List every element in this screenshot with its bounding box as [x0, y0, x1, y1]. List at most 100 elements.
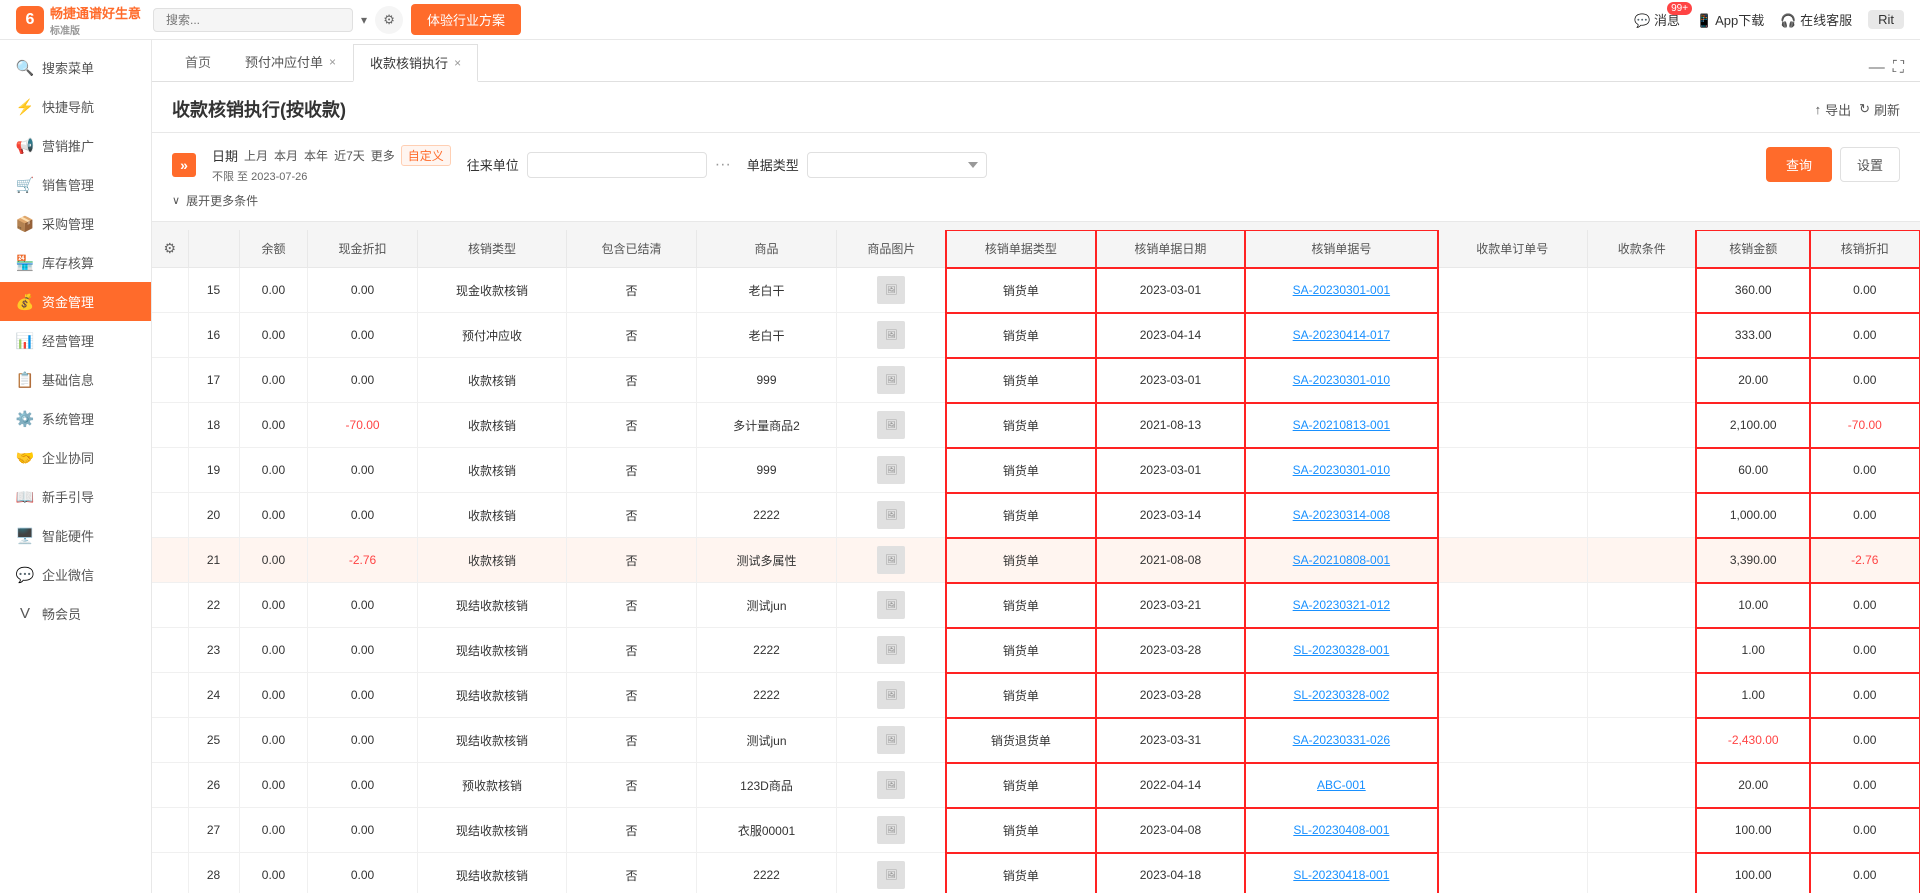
th-settings[interactable]: ⚙ [152, 230, 188, 268]
top-search-input[interactable] [153, 8, 353, 32]
td-cash-discount: -2.76 [308, 538, 417, 583]
sidebar-item-operation[interactable]: 📊 经营管理 [0, 321, 151, 360]
td-seq: 19 [188, 448, 239, 493]
filter-bill-type-select[interactable] [807, 152, 987, 178]
td-settings [152, 763, 188, 808]
logo-icon: 6 [16, 6, 44, 34]
sidebar: 🔍 搜索菜单 ⚡ 快捷导航 📢 营销推广 🛒 销售管理 📦 采购管理 🏪 库存核… [0, 40, 152, 893]
industry-btn[interactable]: 体验行业方案 [411, 4, 521, 35]
tab-minimize-icon[interactable]: — [1869, 59, 1885, 77]
td-bill-no[interactable]: SA-20230301-010 [1245, 448, 1437, 493]
td-bill-no[interactable]: SL-20230408-001 [1245, 808, 1437, 853]
td-bill-no[interactable]: SA-20230331-026 [1245, 718, 1437, 763]
date-this-year[interactable]: 本年 [304, 147, 328, 164]
td-balance: 0.00 [239, 808, 308, 853]
td-bill-no[interactable]: SA-20230301-010 [1245, 358, 1437, 403]
online-service-btn[interactable]: 🎧 在线客服 [1780, 10, 1852, 29]
sidebar-item-hardware[interactable]: 🖥️ 智能硬件 [0, 516, 151, 555]
td-cash-discount: 0.00 [308, 673, 417, 718]
filter-partner-dots[interactable]: ··· [715, 156, 731, 174]
tab-prepay-label: 预付冲应付单 [245, 52, 323, 71]
td-bill-no[interactable]: SA-20230314-008 [1245, 493, 1437, 538]
tab-home[interactable]: 首页 [168, 43, 228, 81]
filter-settings-btn[interactable]: 设置 [1840, 147, 1900, 182]
td-bill-type: 销货单 [946, 358, 1096, 403]
td-goods: 老白干 [696, 313, 837, 358]
sidebar-item-system[interactable]: ⚙️ 系统管理 [0, 399, 151, 438]
tab-receipt[interactable]: 收款核销执行 × [353, 44, 478, 82]
td-cancel-amount: 2,100.00 [1696, 403, 1810, 448]
refresh-btn[interactable]: ↻ 刷新 [1859, 100, 1900, 119]
td-receipt-order-no [1438, 763, 1588, 808]
filter-more-row[interactable]: ∨ 展开更多条件 [172, 192, 1900, 209]
tab-expand-icon[interactable]: ⛶ [1893, 59, 1904, 77]
message-btn[interactable]: 💬 消息 99+ [1634, 10, 1680, 29]
td-receipt-order-no [1438, 853, 1588, 893]
td-settings [152, 538, 188, 583]
td-bill-no[interactable]: SL-20230328-001 [1245, 628, 1437, 673]
table-header-row: ⚙ 余额 现金折扣 核销类型 包含已结清 商品 商品图片 核销单据类型 核销单据… [152, 230, 1920, 268]
sidebar-item-corp[interactable]: 🤝 企业协同 [0, 438, 151, 477]
td-bill-no[interactable]: ABC-001 [1245, 763, 1437, 808]
export-btn[interactable]: ↑ 导出 [1815, 100, 1852, 119]
td-goods: 2222 [696, 493, 837, 538]
td-bill-no[interactable]: SA-20230321-012 [1245, 583, 1437, 628]
td-cancel-amount: 20.00 [1696, 763, 1810, 808]
settings-gear-icon[interactable]: ⚙ [375, 6, 403, 34]
td-cash-discount: 0.00 [308, 763, 417, 808]
basic-icon: 📋 [16, 371, 34, 389]
page-title: 收款核销执行(按收款) [172, 96, 346, 122]
col-settings-icon[interactable]: ⚙ [163, 240, 176, 256]
td-bill-date: 2023-04-14 [1096, 313, 1246, 358]
sidebar-item-guide[interactable]: 📖 新手引导 [0, 477, 151, 516]
sidebar-item-member[interactable]: V 畅会员 [0, 594, 151, 633]
td-receipt-condition [1587, 358, 1696, 403]
td-settings [152, 358, 188, 403]
sidebar-item-search[interactable]: 🔍 搜索菜单 [0, 48, 151, 87]
td-goods-img: 🖼 [837, 673, 946, 718]
td-bill-no[interactable]: SL-20230328-002 [1245, 673, 1437, 718]
sidebar-item-sales[interactable]: 🛒 销售管理 [0, 165, 151, 204]
td-bill-no[interactable]: SA-20210808-001 [1245, 538, 1437, 583]
sidebar-item-quick-nav[interactable]: ⚡ 快捷导航 [0, 87, 151, 126]
user-menu[interactable]: Rit [1868, 10, 1904, 29]
sidebar-item-inventory[interactable]: 🏪 库存核算 [0, 243, 151, 282]
td-bill-type: 销货单 [946, 448, 1096, 493]
sidebar-item-basic[interactable]: 📋 基础信息 [0, 360, 151, 399]
date-more[interactable]: 更多 [371, 147, 395, 164]
sidebar-item-finance[interactable]: 💰 资金管理 [0, 282, 151, 321]
td-goods: 老白干 [696, 268, 837, 313]
brand-name: 畅捷通谱好生意 [50, 3, 141, 22]
table-row: 23 0.00 0.00 现结收款核销 否 2222 🖼 销货单 2023-03… [152, 628, 1920, 673]
td-bill-date: 2023-03-14 [1096, 493, 1246, 538]
sidebar-item-wechat[interactable]: 💬 企业微信 [0, 555, 151, 594]
query-btn[interactable]: 查询 [1766, 147, 1832, 182]
td-balance: 0.00 [239, 493, 308, 538]
td-bill-no[interactable]: SA-20210813-001 [1245, 403, 1437, 448]
td-bill-no[interactable]: SA-20230414-017 [1245, 313, 1437, 358]
tab-prepay-close[interactable]: × [329, 55, 336, 69]
sales-icon: 🛒 [16, 176, 34, 194]
tab-receipt-close[interactable]: × [454, 56, 461, 70]
td-bill-date: 2023-03-31 [1096, 718, 1246, 763]
dropdown-trigger[interactable]: ▾ [361, 13, 367, 27]
date-this-month[interactable]: 本月 [274, 147, 298, 164]
td-bill-no[interactable]: SA-20230301-001 [1245, 268, 1437, 313]
sidebar-item-marketing[interactable]: 📢 营销推广 [0, 126, 151, 165]
filter-expand-btn[interactable]: » [172, 153, 196, 177]
td-cancel-type: 收款核销 [417, 403, 567, 448]
td-includes-cleared: 否 [567, 448, 696, 493]
td-seq: 28 [188, 853, 239, 893]
sidebar-item-purchase[interactable]: 📦 采购管理 [0, 204, 151, 243]
table-row: 17 0.00 0.00 收款核销 否 999 🖼 销货单 2023-03-01… [152, 358, 1920, 403]
app-download-btn[interactable]: 📱 App下载 [1696, 10, 1764, 29]
date-7days[interactable]: 近7天 [334, 147, 365, 164]
tab-prepay[interactable]: 预付冲应付单 × [228, 43, 353, 81]
date-custom[interactable]: 自定义 [401, 145, 451, 166]
td-includes-cleared: 否 [567, 853, 696, 893]
table-row: 25 0.00 0.00 现结收款核销 否 测试jun 🖼 销货退货单 2023… [152, 718, 1920, 763]
td-bill-no[interactable]: SL-20230418-001 [1245, 853, 1437, 893]
date-last-month[interactable]: 上月 [244, 147, 268, 164]
filter-partner-input[interactable] [527, 152, 707, 178]
td-bill-type: 销货单 [946, 628, 1096, 673]
